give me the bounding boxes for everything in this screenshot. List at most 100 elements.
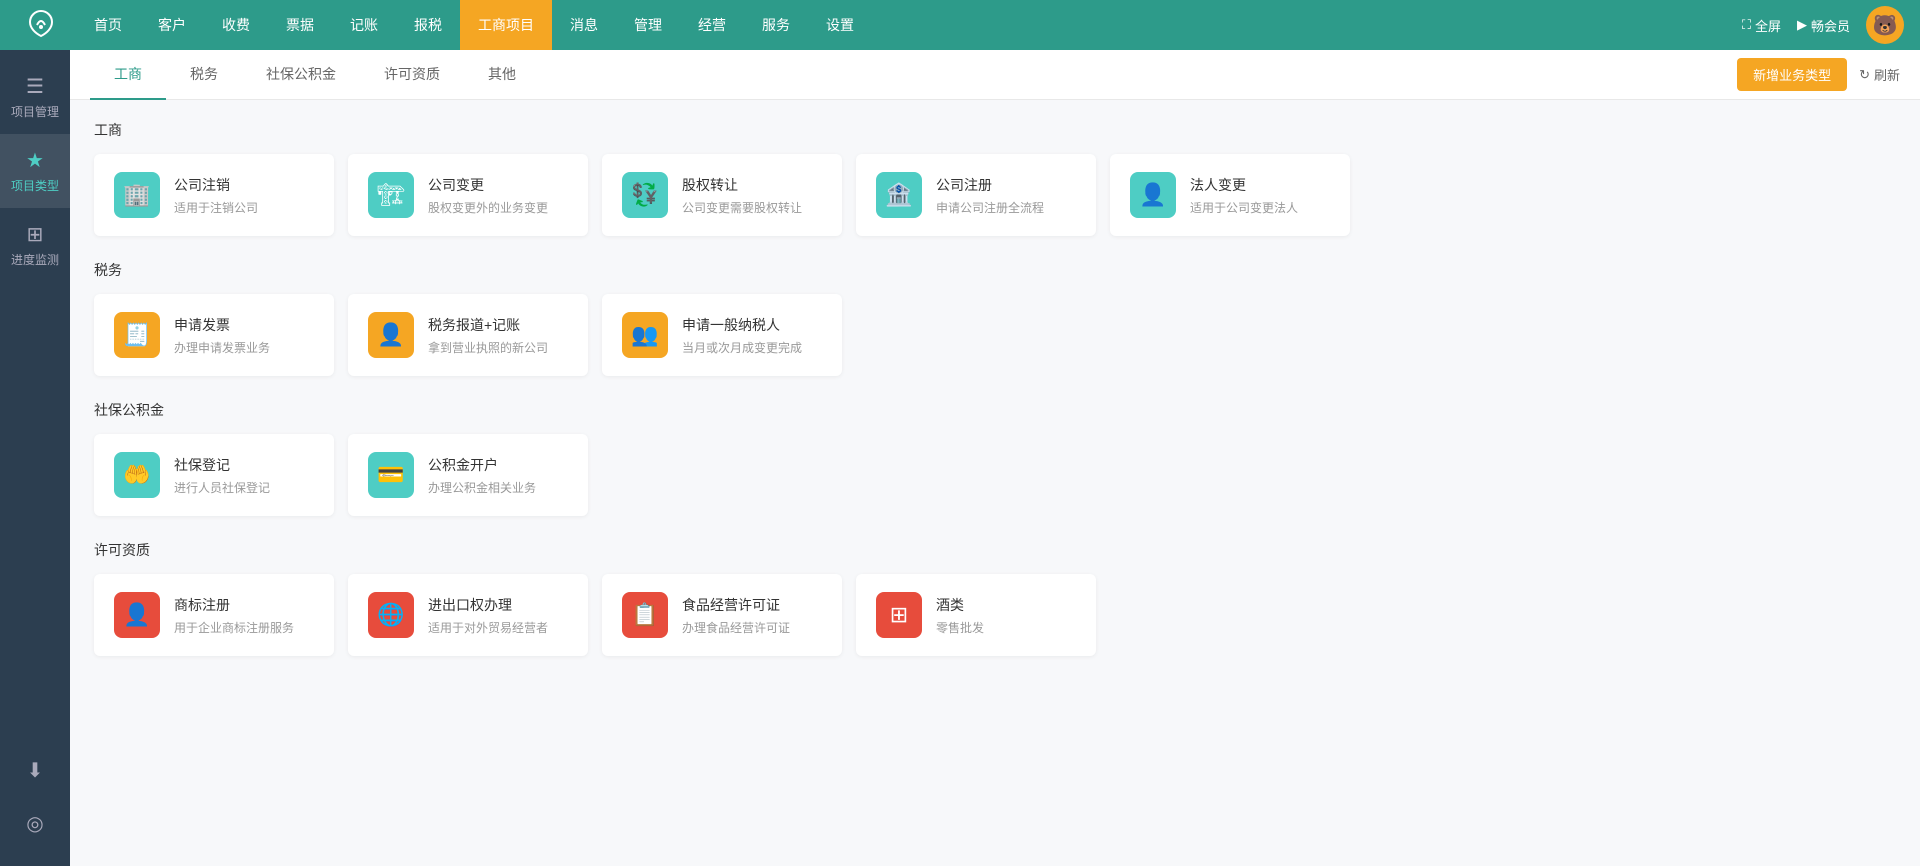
tab-bar: 工商税务社保公积金许可资质其他 新增业务类型 ↻ 刷新 [70,50,1920,100]
card-icon: 🏦 [876,172,922,218]
card-info: 股权转让公司变更需要股权转让 [682,175,802,216]
top-nav-right: ⛶ 全屏 ▶ 畅会员 🐻 [1742,6,1904,44]
card-info: 公司注册申请公司注册全流程 [936,175,1044,216]
card-info: 申请一般纳税人当月或次月成变更完成 [682,315,802,356]
card-info: 食品经营许可证办理食品经营许可证 [682,595,790,636]
refresh-label: 刷新 [1874,65,1900,84]
fullscreen-icon: ⛶ [1742,17,1751,33]
nav-item-首页[interactable]: 首页 [76,0,140,50]
vip-icon: ▶ [1797,17,1807,33]
vip-btn[interactable]: ▶ 畅会员 [1797,16,1850,35]
tab-社保公积金[interactable]: 社保公积金 [242,50,360,100]
sidebar: ☰项目管理 ★ 项目类型 ⊞ 进度监测 ⬇ ◎ [0,50,70,866]
nav-menu: 首页客户收费票据记账报税工商项目消息管理经营服务设置 [76,0,1742,50]
service-card[interactable]: 🏗 公司变更股权变更外的业务变更 [348,154,588,236]
card-title: 公积金开户 [428,455,536,475]
card-info: 税务报道+记账拿到营业执照的新公司 [428,315,548,356]
card-title: 申请一般纳税人 [682,315,802,335]
new-type-button[interactable]: 新增业务类型 [1737,58,1847,91]
card-info: 公司变更股权变更外的业务变更 [428,175,548,216]
card-title: 社保登记 [174,455,270,475]
card-icon: 👤 [368,312,414,358]
service-card[interactable]: 💱 股权转让公司变更需要股权转让 [602,154,842,236]
sidebar-icon: ★ [26,148,44,173]
sidebar-item-项目类型[interactable]: ★ 项目类型 [0,134,70,208]
service-card[interactable]: 📋食品经营许可证办理食品经营许可证 [602,574,842,656]
tab-其他[interactable]: 其他 [464,50,540,100]
card-title: 税务报道+记账 [428,315,548,335]
card-icon: 🏢 [114,172,160,218]
card-title: 法人变更 [1190,175,1298,195]
nav-item-报税[interactable]: 报税 [396,0,460,50]
card-icon: 👤 [114,592,160,638]
service-card[interactable]: 👤商标注册用于企业商标注册服务 [94,574,334,656]
nav-item-客户[interactable]: 客户 [140,0,204,50]
section-社保公积金: 社保公积金🤲社保登记进行人员社保登记💳公积金开户办理公积金相关业务 [94,400,1896,516]
service-card[interactable]: 🏦 公司注册申请公司注册全流程 [856,154,1096,236]
sidebar-icon: ⊞ [27,222,44,247]
sidebar-bottom-icon: ⬇ [27,758,44,783]
service-card[interactable]: 🧾申请发票办理申请发票业务 [94,294,334,376]
sidebar-bottom-item[interactable]: ◎ [0,797,70,850]
nav-item-收费[interactable]: 收费 [204,0,268,50]
section-title: 工商 [94,120,1896,140]
nav-item-票据[interactable]: 票据 [268,0,332,50]
nav-item-工商项目[interactable]: 工商项目 [460,0,552,50]
service-card[interactable]: 👤法人变更适用于公司变更法人 [1110,154,1350,236]
section-title: 许可资质 [94,540,1896,560]
card-icon: 💳 [368,452,414,498]
cards-grid: 🏢 公司注销适用于注销公司 🏗 公司变更股权变更外的业务变更 💱 股权转让公司变更需要股权… [94,154,1896,236]
card-desc: 公司变更需要股权转让 [682,199,802,216]
service-card[interactable]: 🏢 公司注销适用于注销公司 [94,154,334,236]
card-title: 公司注册 [936,175,1044,195]
nav-item-管理[interactable]: 管理 [616,0,680,50]
service-card[interactable]: 👤 税务报道+记账拿到营业执照的新公司 [348,294,588,376]
card-desc: 股权变更外的业务变更 [428,199,548,216]
card-title: 股权转让 [682,175,802,195]
tab-工商[interactable]: 工商 [90,50,166,100]
sidebar-item-项目管理[interactable]: ☰项目管理 [0,60,70,134]
sidebar-icon: ☰ [26,74,44,99]
card-info: 公司注销适用于注销公司 [174,175,258,216]
sidebar-bottom-item[interactable]: ⬇ [0,744,70,797]
mascot-icon: 🐻 [1866,6,1904,44]
top-navigation: 首页客户收费票据记账报税工商项目消息管理经营服务设置 ⛶ 全屏 ▶ 畅会员 🐻 [0,0,1920,50]
sidebar-item-进度监测[interactable]: ⊞ 进度监测 [0,208,70,282]
refresh-button[interactable]: ↻ 刷新 [1859,65,1900,84]
sidebar-label: 项目类型 [11,177,59,194]
card-desc: 适用于注销公司 [174,199,258,216]
fullscreen-btn[interactable]: ⛶ 全屏 [1742,16,1781,35]
card-desc: 适用于对外贸易经营者 [428,619,548,636]
service-card[interactable]: 🌐进出口权办理适用于对外贸易经营者 [348,574,588,656]
refresh-icon: ↻ [1859,67,1870,83]
card-info: 申请发票办理申请发票业务 [174,315,270,356]
service-card[interactable]: ⊞酒类零售批发 [856,574,1096,656]
card-desc: 办理食品经营许可证 [682,619,790,636]
nav-item-记账[interactable]: 记账 [332,0,396,50]
service-card[interactable]: 💳公积金开户办理公积金相关业务 [348,434,588,516]
service-card[interactable]: 👥申请一般纳税人当月或次月成变更完成 [602,294,842,376]
nav-item-设置[interactable]: 设置 [808,0,872,50]
card-info: 社保登记进行人员社保登记 [174,455,270,496]
card-desc: 零售批发 [936,619,984,636]
nav-item-消息[interactable]: 消息 [552,0,616,50]
card-title: 商标注册 [174,595,294,615]
card-icon: 🏗 [368,172,414,218]
vip-label: 畅会员 [1811,16,1850,35]
sidebar-label: 进度监测 [11,251,59,268]
content-scroll[interactable]: 工商 🏢 公司注销适用于注销公司 🏗 公司变更股权变更外的业务变更 💱 股权转让公司变更需要… [70,100,1920,866]
tab-许可资质[interactable]: 许可资质 [360,50,464,100]
card-desc: 申请公司注册全流程 [936,199,1044,216]
service-card[interactable]: 🤲社保登记进行人员社保登记 [94,434,334,516]
card-icon: 👤 [1130,172,1176,218]
cards-grid: 🤲社保登记进行人员社保登记💳公积金开户办理公积金相关业务 [94,434,1896,516]
section-title: 税务 [94,260,1896,280]
nav-item-服务[interactable]: 服务 [744,0,808,50]
card-title: 申请发票 [174,315,270,335]
card-title: 食品经营许可证 [682,595,790,615]
card-info: 酒类零售批发 [936,595,984,636]
tab-税务[interactable]: 税务 [166,50,242,100]
card-icon: 💱 [622,172,668,218]
card-desc: 当月或次月成变更完成 [682,339,802,356]
nav-item-经营[interactable]: 经营 [680,0,744,50]
